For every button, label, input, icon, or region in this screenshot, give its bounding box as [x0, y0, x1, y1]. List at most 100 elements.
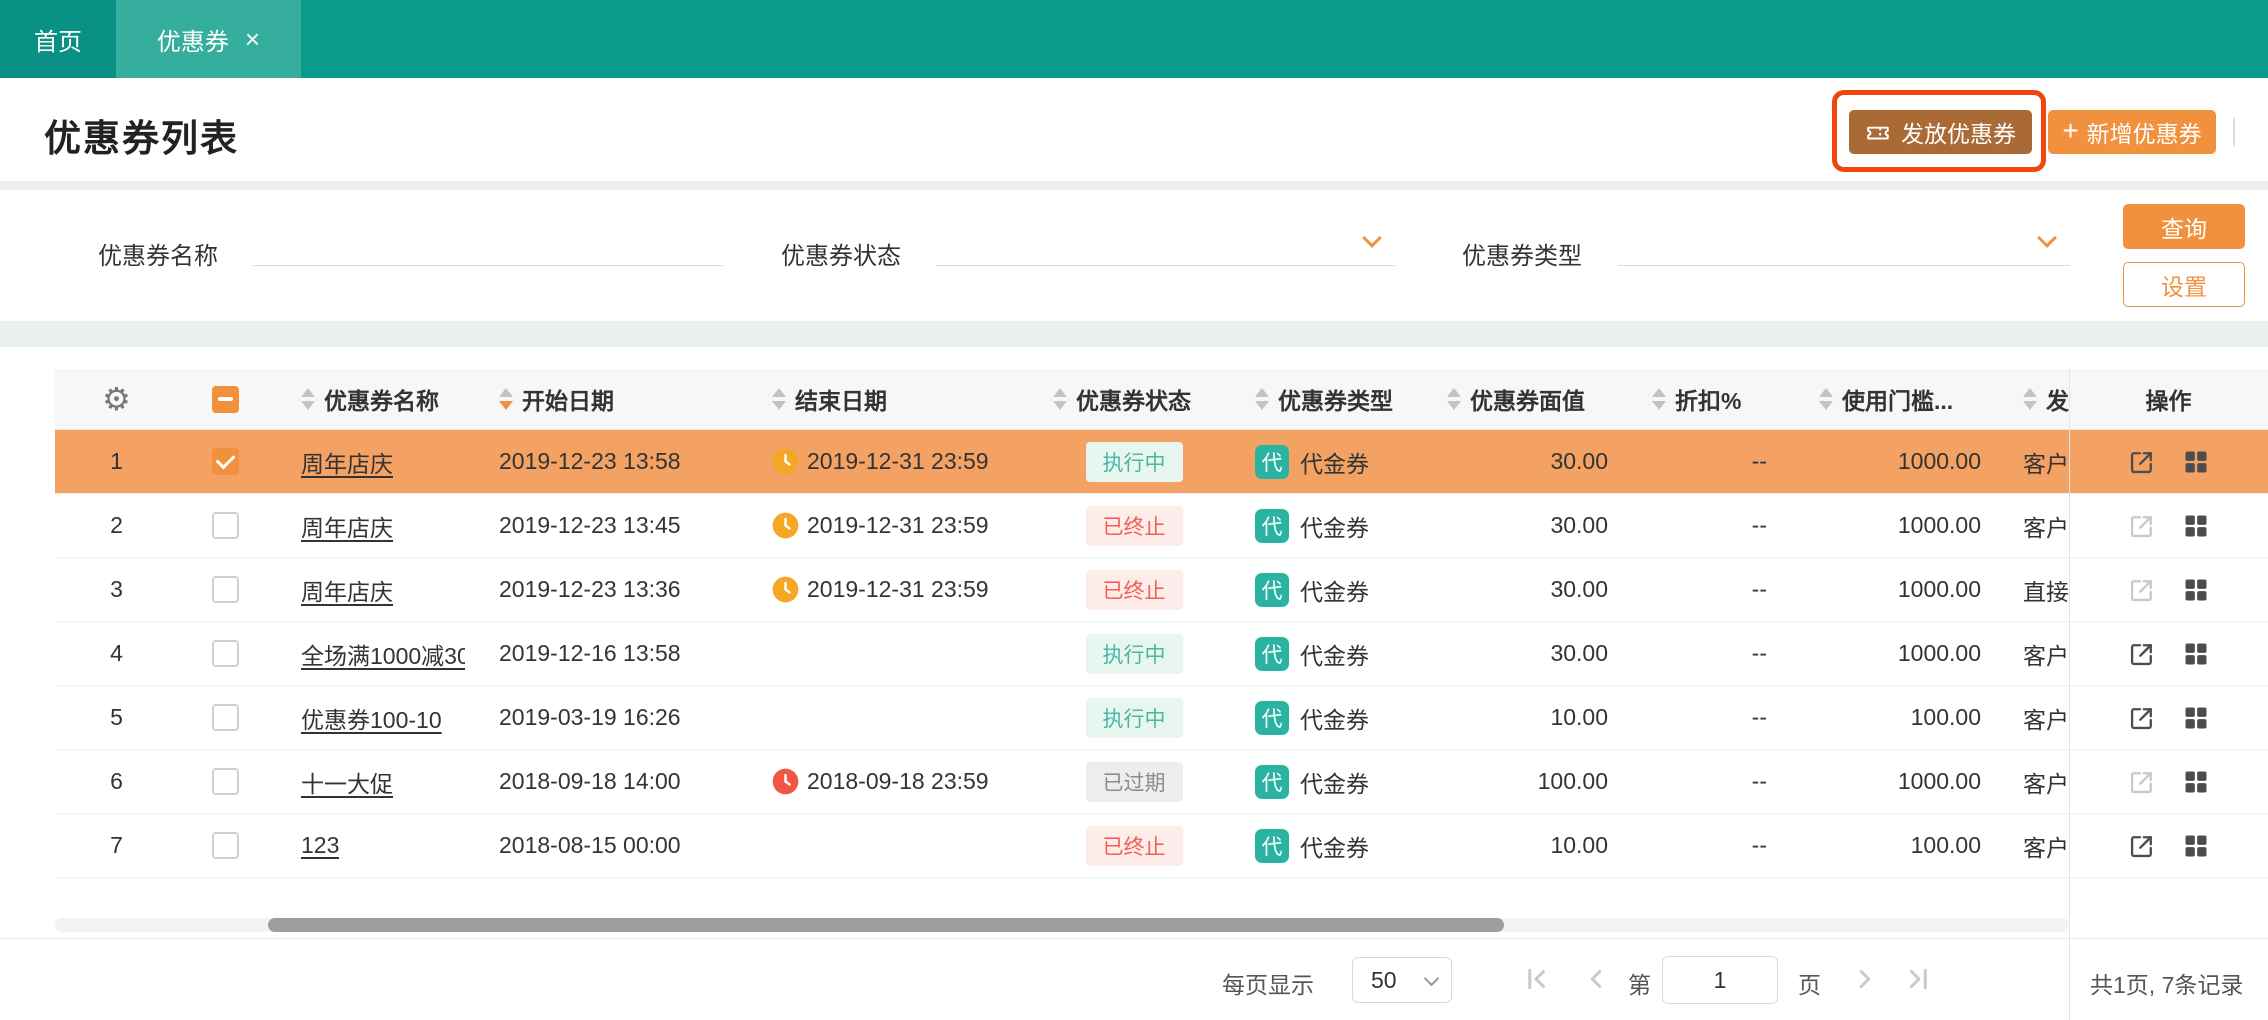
more-actions-grid-icon[interactable] — [2182, 832, 2210, 860]
tab-coupon[interactable]: 优惠券 × — [116, 0, 301, 78]
clock-warning-icon — [772, 512, 799, 539]
sort-icon[interactable] — [1819, 388, 1833, 410]
row-checkbox[interactable] — [211, 640, 239, 667]
type-label: 代金券 — [1300, 770, 1369, 797]
operations-cell — [2069, 814, 2268, 877]
column-header-thresh[interactable]: 使用门槛... — [1801, 369, 2011, 429]
sort-icon[interactable] — [1053, 388, 1067, 410]
sort-icon[interactable] — [772, 388, 786, 410]
coupon-status-select[interactable] — [935, 218, 1395, 266]
table-row[interactable]: 4 全场满1000减30 2019-12-16 13:58 执行中 代代金券 30.00 -… — [55, 622, 2268, 686]
title-bar: 优惠券列表 发放优惠券 + 新增优惠券 — [0, 78, 2268, 181]
column-header-end[interactable]: 结束日期 — [752, 369, 1031, 429]
coupon-name-link[interactable]: 123 — [301, 832, 339, 859]
row-checkbox[interactable] — [211, 768, 239, 795]
last-page-button[interactable] — [1904, 964, 1934, 994]
table-row[interactable]: 3 周年店庆 2019-12-23 13:36 2019-12-31 23:59 已终止… — [55, 558, 2268, 622]
coupon-name-link[interactable]: 周年店庆 — [301, 445, 393, 479]
threshold-cell: 100.00 — [1910, 832, 1981, 858]
column-header-label: 操作 — [2145, 388, 2192, 414]
discount-cell: -- — [1751, 704, 1767, 730]
row-checkbox-cell — [178, 558, 272, 621]
voucher-type-icon: 代 — [1255, 700, 1289, 735]
row-checkbox[interactable] — [211, 704, 239, 731]
close-icon[interactable]: × — [245, 26, 260, 52]
column-header-status[interactable]: 优惠券状态 — [1031, 369, 1237, 429]
column-header-issue[interactable]: 发 — [2011, 369, 2069, 429]
sort-icon[interactable] — [1447, 388, 1461, 410]
column-header-disc[interactable]: 折扣% — [1634, 369, 1801, 429]
column-header-label: 优惠券类型 — [1278, 388, 1393, 414]
table-row[interactable]: 1 周年店庆 2019-12-23 13:58 2019-12-31 23:59 执行中… — [55, 430, 2268, 494]
type-label: 代金券 — [1300, 706, 1369, 733]
coupon-name-link[interactable]: 十一大促 — [301, 765, 393, 799]
table-row[interactable]: 7 123 2018-08-15 00:00 已终止 代代金券 10.00 -- 100.00… — [55, 814, 2268, 878]
issue-coupon-button[interactable]: 发放优惠券 — [1849, 110, 2032, 154]
next-page-button[interactable] — [1850, 964, 1880, 994]
coupon-name-link[interactable]: 优惠券100-10 — [301, 701, 442, 735]
end-date-cell: 2019-12-31 23:59 — [752, 430, 1031, 493]
sort-icon[interactable] — [301, 388, 315, 410]
sort-icon[interactable] — [1255, 388, 1269, 410]
row-checkbox[interactable] — [211, 448, 239, 475]
more-actions-grid-icon[interactable] — [2182, 640, 2210, 668]
coupon-name-link[interactable]: 全场满1000减30 — [301, 637, 465, 671]
table-row[interactable]: 5 优惠券100-10 2019-03-19 16:26 执行中 代代金券 10.00 --… — [55, 686, 2268, 750]
page-number-input[interactable] — [1662, 956, 1778, 1004]
issue-share-icon[interactable] — [2128, 576, 2156, 604]
coupon-name-filter-label: 优惠券名称 — [98, 243, 218, 270]
row-index-cell: 2 — [110, 512, 123, 538]
table-row[interactable]: 2 周年店庆 2019-12-23 13:45 2019-12-31 23:59 已终止… — [55, 494, 2268, 558]
sort-icon[interactable] — [2023, 388, 2037, 410]
page-size-select[interactable]: 50 — [1352, 957, 1452, 1003]
prev-page-button[interactable] — [1581, 964, 1611, 994]
issue-share-icon[interactable] — [2128, 512, 2156, 540]
issue-target-cell: 客户 — [2023, 642, 2069, 669]
column-header-type[interactable]: 优惠券类型 — [1237, 369, 1429, 429]
row-checkbox-cell — [178, 750, 272, 813]
status-cell: 执行中 — [1031, 622, 1237, 685]
issue-share-icon[interactable] — [2128, 832, 2156, 860]
status-badge: 已终止 — [1085, 505, 1183, 546]
table-row[interactable]: 6 十一大促 2018-09-18 14:00 2018-09-18 23:59 已过期… — [55, 750, 2268, 814]
issue-share-icon[interactable] — [2128, 640, 2156, 668]
row-checkbox[interactable] — [211, 512, 239, 539]
issue-share-icon[interactable] — [2128, 704, 2156, 732]
first-page-button[interactable] — [1521, 964, 1551, 994]
coupon-name-link[interactable]: 周年店庆 — [301, 573, 393, 607]
row-checkbox-cell — [178, 814, 272, 877]
gear-icon[interactable]: ⚙ — [102, 383, 131, 415]
add-coupon-button[interactable]: + 新增优惠券 — [2048, 110, 2216, 154]
status-badge: 执行中 — [1085, 633, 1183, 674]
face-value-cell: 30.00 — [1550, 576, 1608, 602]
issue-share-icon[interactable] — [2128, 768, 2156, 796]
sort-icon[interactable] — [1652, 388, 1666, 410]
operations-cell — [2069, 686, 2268, 749]
coupon-type-select[interactable] — [1618, 218, 2070, 266]
more-actions-grid-icon[interactable] — [2182, 768, 2210, 796]
settings-button[interactable]: 设置 — [2123, 262, 2245, 307]
coupon-name-input[interactable] — [253, 218, 723, 266]
coupon-name-link[interactable]: 周年店庆 — [301, 509, 393, 543]
issue-share-icon[interactable] — [2128, 448, 2156, 476]
column-header-value[interactable]: 优惠券面值 — [1429, 369, 1634, 429]
more-actions-grid-icon[interactable] — [2182, 576, 2210, 604]
more-actions-grid-icon[interactable] — [2182, 448, 2210, 476]
column-header-name[interactable]: 优惠券名称 — [272, 369, 473, 429]
status-badge: 执行中 — [1085, 697, 1183, 738]
more-actions-grid-icon[interactable] — [2182, 704, 2210, 732]
operations-cell — [2069, 558, 2268, 621]
sort-icon[interactable] — [499, 388, 513, 410]
select-all-checkbox[interactable] — [211, 385, 239, 413]
row-checkbox[interactable] — [211, 832, 239, 859]
status-badge: 已终止 — [1085, 825, 1183, 866]
column-header-start[interactable]: 开始日期 — [473, 369, 752, 429]
search-button[interactable]: 查询 — [2123, 204, 2245, 249]
clock-warning-icon — [772, 576, 799, 603]
horizontal-scrollbar-thumb[interactable] — [268, 918, 1504, 932]
row-checkbox[interactable] — [211, 576, 239, 603]
page-size-label: 每页显示 — [1222, 972, 1314, 998]
threshold-cell: 1000.00 — [1897, 640, 1981, 666]
tab-home[interactable]: 首页 — [0, 0, 116, 78]
more-actions-grid-icon[interactable] — [2182, 512, 2210, 540]
